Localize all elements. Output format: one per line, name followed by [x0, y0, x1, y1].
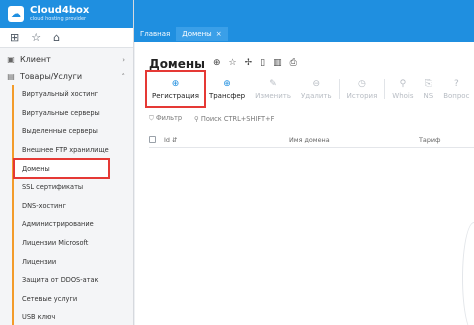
edit-icon: ✎ — [269, 78, 277, 89]
sidebar-item-virtual-servers[interactable]: Виртуальные серверы — [14, 104, 133, 123]
search-icon: ⚲ — [399, 78, 407, 89]
sidebar-item-administration[interactable]: Администрирование — [14, 215, 133, 234]
top-header — [134, 0, 474, 20]
minus-circle-icon: ⊖ — [312, 78, 321, 89]
sidebar-item-ssl[interactable]: SSL сертификаты — [14, 178, 133, 197]
chevron-down-icon: ˄ — [121, 72, 126, 81]
home-icon[interactable]: ⌂ — [53, 31, 60, 44]
archive-icon[interactable]: ▥ — [273, 58, 282, 68]
whois-button[interactable]: ⚲ Whois — [387, 72, 418, 106]
search-placeholder: Поиск CTRL+SHIFT+F — [200, 114, 275, 123]
column-label: Id — [164, 135, 170, 144]
nav-submenu: Виртуальный хостинг Виртуальные серверы … — [12, 85, 133, 325]
tab-strip: Главная Домены × — [134, 27, 228, 41]
sidebar-item-virtual-hosting[interactable]: Виртуальный хостинг — [14, 85, 133, 104]
filter-row: ⛉ Фильтр ⚲ Поиск CTRL+SHIFT+F — [149, 114, 474, 123]
toolbar-divider — [384, 79, 386, 99]
sidebar-item-ddos-protection[interactable]: Защита от DDOS-атак — [14, 271, 133, 290]
nav-group-label: Товары/Услуги — [20, 72, 83, 81]
register-label: Регистрация — [152, 91, 199, 100]
search-icon: ⚲ — [194, 114, 199, 123]
table-header: Id ⇵ Имя домена Тариф — [149, 132, 474, 148]
main-content: Домены ⊕ ☆ ✢ ▯ ▥ ⎙ ⊕ Регистрация ⊕ Транс… — [135, 42, 474, 325]
toolbar-divider — [338, 79, 340, 99]
register-button[interactable]: ⊕ Регистрация — [145, 70, 206, 108]
nav-group-client[interactable]: ▣ Клиент › — [0, 51, 133, 68]
tab-home[interactable]: Главная — [134, 27, 176, 41]
filter-label: Фильтр — [155, 114, 183, 122]
nav-group-label: Клиент — [20, 55, 51, 64]
question-label: Вопрос — [443, 91, 470, 100]
star-icon[interactable]: ☆ — [229, 58, 237, 68]
whois-label: Whois — [392, 91, 414, 100]
filter-icon: ⛉ — [149, 114, 154, 122]
star-icon[interactable]: ☆ — [31, 31, 41, 44]
document-icon[interactable]: ▯ — [260, 58, 265, 68]
grid-icon[interactable]: ⊞ — [10, 31, 19, 44]
close-icon[interactable]: × — [216, 30, 222, 38]
chevron-right-icon: › — [122, 55, 125, 64]
tab-label: Домены — [182, 30, 212, 38]
question-icon: ? — [453, 78, 459, 89]
sidebar-item-microsoft-licenses[interactable]: Лицензии Microsoft — [14, 234, 133, 253]
box-icon: ▤ — [7, 72, 15, 81]
sort-icon: ⇵ — [172, 135, 178, 144]
column-header-domain[interactable]: Имя домена — [289, 136, 419, 144]
sidebar-item-ftp-storage[interactable]: Внешнее FTP хранилище — [14, 141, 133, 160]
column-header-tariff[interactable]: Тариф — [419, 136, 441, 144]
sidebar-item-usb-key[interactable]: USB ключ — [14, 308, 133, 325]
sidebar-item-dedicated-servers[interactable]: Выделенные серверы — [14, 122, 133, 141]
page-title: Домены — [149, 57, 206, 71]
nav-group-products[interactable]: ▤ Товары/Услуги ˄ — [0, 68, 133, 85]
sidebar-item-network-services[interactable]: Сетевые услуги — [14, 290, 133, 309]
tab-domains[interactable]: Домены × — [176, 27, 228, 41]
scroll-indicator[interactable] — [460, 222, 474, 325]
sidebar-item-domains[interactable]: Домены — [13, 158, 110, 179]
tab-label: Главная — [140, 30, 171, 38]
ns-button[interactable]: ⎘ NS — [419, 72, 439, 106]
filter-button[interactable]: ⛉ Фильтр — [149, 114, 182, 123]
plus-circle-icon: ⊕ — [223, 78, 231, 89]
brand-tagline: cloud hosting provider — [30, 16, 87, 22]
column-header-id[interactable]: Id ⇵ — [164, 136, 289, 144]
transfer-button[interactable]: ⊕ Трансфер — [204, 72, 250, 106]
clock-icon: ◷ — [358, 78, 366, 89]
toolbar: ⊕ Регистрация ⊕ Трансфер ✎ Изменить ⊖ Уд… — [145, 70, 474, 108]
delete-label: Удалить — [301, 91, 332, 100]
server-icon: ⎘ — [424, 78, 432, 89]
edit-button[interactable]: ✎ Изменить — [250, 72, 296, 106]
pin-icon[interactable]: ✢ — [245, 58, 253, 68]
sidebar-item-licenses[interactable]: Лицензии — [14, 252, 133, 271]
search-input[interactable]: ⚲ Поиск CTRL+SHIFT+F — [194, 115, 274, 123]
ns-label: NS — [423, 91, 434, 100]
select-all-checkbox[interactable] — [149, 136, 156, 143]
globe-icon[interactable]: ⊕ — [213, 58, 221, 68]
cloud-icon: ☁ — [8, 6, 24, 22]
sidebar: ☁ Cloud4box cloud hosting provider ⊞ ☆ ⌂… — [0, 0, 134, 325]
brand-name: Cloud4box — [30, 5, 90, 16]
plus-circle-icon: ⊕ — [171, 78, 180, 89]
brand-bar[interactable]: ☁ Cloud4box cloud hosting provider — [0, 0, 133, 28]
edit-label: Изменить — [255, 91, 291, 100]
user-icon: ▣ — [7, 55, 15, 64]
quick-actions: ⊞ ☆ ⌂ — [0, 28, 133, 48]
sidebar-item-dns-hosting[interactable]: DNS-хостинг — [14, 197, 133, 216]
history-button[interactable]: ◷ История — [342, 72, 383, 106]
title-actions: ⊕ ☆ ✢ ▯ ▥ ⎙ — [213, 58, 297, 68]
history-label: История — [346, 91, 378, 100]
question-button[interactable]: ? Вопрос — [438, 72, 474, 106]
delete-button[interactable]: ⊖ Удалить — [296, 72, 337, 106]
transfer-label: Трансфер — [208, 91, 246, 100]
print-icon[interactable]: ⎙ — [290, 58, 297, 68]
